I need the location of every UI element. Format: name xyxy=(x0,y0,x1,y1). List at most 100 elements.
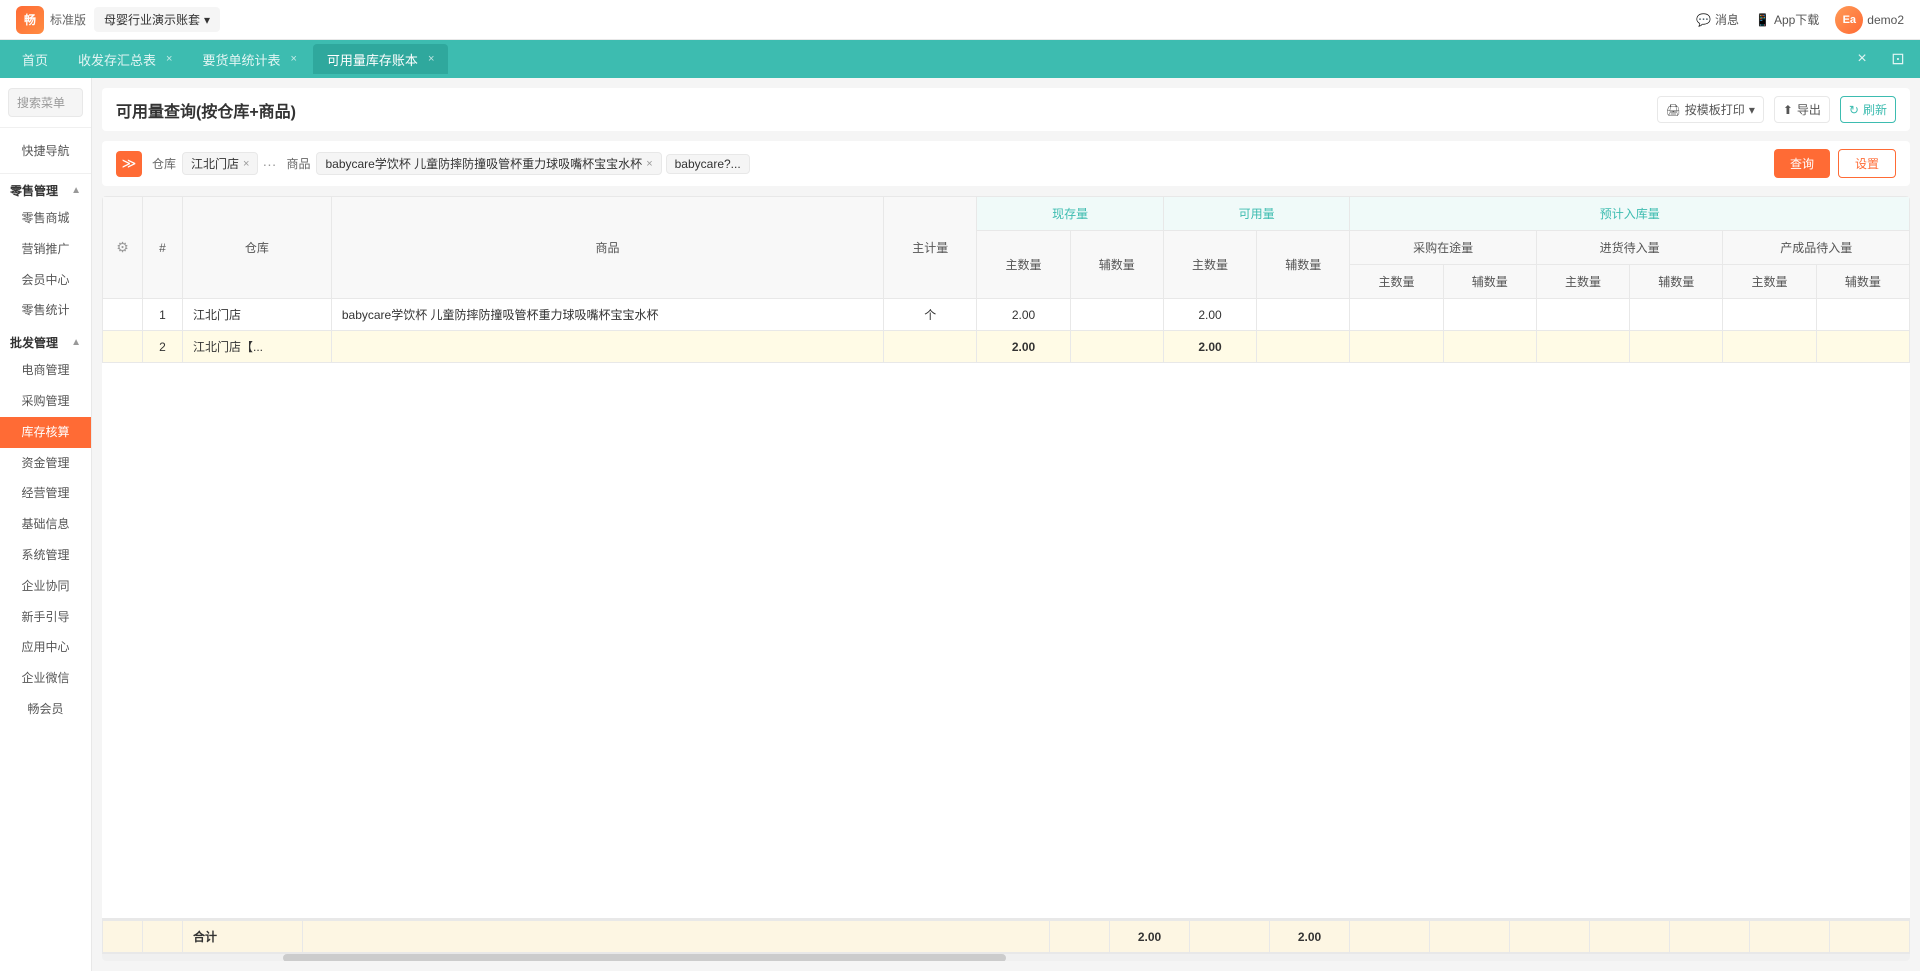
sidebar-item-operations[interactable]: 经营管理 xyxy=(0,478,91,509)
marketing-label: 营销推广 xyxy=(21,241,69,258)
footer-num-cell xyxy=(143,921,183,953)
sidebar-item-system[interactable]: 系统管理 xyxy=(0,540,91,571)
message-icon: 💬 xyxy=(1696,13,1711,27)
row1-inbound-pending-main xyxy=(1536,299,1629,331)
product-tag-2-value: babycare?... xyxy=(675,157,741,171)
table-row: 1 江北门店 babycare学饮杯 儿童防摔防撞吸管杯重力球吸嘴杯宝宝水杯 个… xyxy=(103,299,1910,331)
enterprise-label: 企业协同 xyxy=(21,578,69,595)
export-button[interactable]: ⬆ 导出 xyxy=(1774,96,1830,123)
retail-section-label: 零售管理 xyxy=(10,182,58,199)
footer-label: 合计 xyxy=(183,921,303,953)
footer-pt-main xyxy=(1430,921,1510,953)
scrollbar-thumb[interactable] xyxy=(283,954,1006,961)
row2-num: 2 xyxy=(143,331,183,363)
footer-settings-cell xyxy=(103,921,143,953)
export-icon: ⬆ xyxy=(1783,103,1793,117)
top-bar-right: 💬 消息 📱 App下载 Ea demo2 xyxy=(1696,6,1904,34)
warehouse-filter-label: 仓库 xyxy=(152,155,176,172)
table-settings-icon[interactable]: ⚙ xyxy=(116,239,129,255)
wholesale-arrow-icon: ▲ xyxy=(71,337,81,348)
col-header-inbound-pending: 进货待入量 xyxy=(1536,231,1723,265)
warehouse-tag[interactable]: 江北门店 × xyxy=(182,152,258,175)
horizontal-scrollbar[interactable] xyxy=(102,953,1910,961)
product-tag-1-close[interactable]: × xyxy=(646,158,652,170)
product-filter-tags: babycare学饮杯 儿童防摔防撞吸管杯重力球吸嘴杯宝宝水杯 × babyca… xyxy=(316,152,749,175)
top-bar-left: 畅 标准版 母婴行业演示账套 ▾ xyxy=(16,6,220,34)
table-scroll[interactable]: ⚙ # 仓库 商品 主计量 现存量 可用量 预计入库量 主数量 辅 xyxy=(102,196,1910,918)
tab-inventory[interactable]: 可用量库存账本 × xyxy=(313,44,448,74)
tab-receive-close[interactable]: × xyxy=(166,53,172,65)
sidebar-item-finance[interactable]: 资金管理 xyxy=(0,448,91,479)
footer-current-aux xyxy=(1190,921,1270,953)
tab-bar-actions: × ⊡ xyxy=(1848,45,1912,73)
retail-stats-label: 零售统计 xyxy=(21,302,69,319)
user-name: demo2 xyxy=(1867,13,1904,27)
sidebar-section-retail-header[interactable]: 零售管理 ▲ xyxy=(0,174,91,203)
close-all-button[interactable]: × xyxy=(1848,45,1876,73)
filter-expand-button[interactable]: ≫ xyxy=(116,151,142,177)
tab-receive[interactable]: 收发存汇总表 × xyxy=(64,44,186,74)
logo-area: 畅 标准版 xyxy=(16,6,86,34)
member2-label: 畅会员 xyxy=(27,701,63,718)
sidebar-section-wholesale-header[interactable]: 批发管理 ▲ xyxy=(0,326,91,355)
message-label: 消息 xyxy=(1715,11,1739,28)
operations-label: 经营管理 xyxy=(21,485,69,502)
warehouse-more[interactable]: ··· xyxy=(262,156,276,172)
message-button[interactable]: 💬 消息 xyxy=(1696,11,1739,28)
avatar: Ea xyxy=(1835,6,1863,34)
sidebar-item-retail-mall[interactable]: 零售商城 xyxy=(0,203,91,234)
sidebar-item-basic[interactable]: 基础信息 xyxy=(0,509,91,540)
col-header-products-pending-aux: 辅数量 xyxy=(1816,265,1909,299)
main-layout: 搜索菜单 快捷导航 零售管理 ▲ 零售商城 营销推广 会员中心 零售统计 xyxy=(0,78,1920,971)
tab-home[interactable]: 首页 xyxy=(8,44,62,74)
product-tag-2[interactable]: babycare?... xyxy=(666,154,750,174)
tab-inventory-close[interactable]: × xyxy=(428,53,434,65)
sidebar-search-area: 搜索菜单 xyxy=(0,78,91,128)
sidebar-item-enterprise[interactable]: 企业协同 xyxy=(0,571,91,602)
template-print-chevron-icon: ▾ xyxy=(1749,103,1755,117)
finance-label: 资金管理 xyxy=(21,455,69,472)
sidebar-item-wechat[interactable]: 企业微信 xyxy=(0,663,91,694)
query-button[interactable]: 查询 xyxy=(1774,149,1830,178)
col-header-avail-aux: 辅数量 xyxy=(1257,231,1350,299)
tab-orders-close[interactable]: × xyxy=(290,53,296,65)
sidebar-item-retail-stats[interactable]: 零售统计 xyxy=(0,295,91,326)
sidebar-item-inventory[interactable]: 库存核算 xyxy=(0,417,91,448)
search-menu-button[interactable]: 搜索菜单 xyxy=(8,88,83,117)
settings-button[interactable]: 设置 xyxy=(1838,149,1896,178)
sidebar-nav: 快捷导航 xyxy=(0,128,91,174)
user-profile[interactable]: Ea demo2 xyxy=(1835,6,1904,34)
col-header-forecast-inbound: 预计入库量 xyxy=(1350,197,1910,231)
refresh-button[interactable]: ↻ 刷新 xyxy=(1840,96,1896,123)
warehouse-tag-value: 江北门店 xyxy=(191,155,239,172)
tab-orders-label: 要货单统计表 xyxy=(202,50,280,69)
col-header-settings[interactable]: ⚙ xyxy=(103,197,143,299)
guide-label: 新手引导 xyxy=(21,609,69,626)
col-header-available: 可用量 xyxy=(1163,197,1350,231)
sidebar-item-member2[interactable]: 畅会员 xyxy=(0,694,91,725)
row2-avail-aux xyxy=(1257,331,1350,363)
sidebar-item-quick-nav[interactable]: 快捷导航 xyxy=(0,134,91,167)
sidebar-item-guide[interactable]: 新手引导 xyxy=(0,602,91,633)
sidebar-item-marketing[interactable]: 营销推广 xyxy=(0,234,91,265)
product-tag-1[interactable]: babycare学饮杯 儿童防摔防撞吸管杯重力球吸嘴杯宝宝水杯 × xyxy=(316,152,661,175)
col-header-products-pending-main: 主数量 xyxy=(1723,265,1816,299)
warehouse-tag-close[interactable]: × xyxy=(243,158,249,170)
industry-selector[interactable]: 母婴行业演示账套 ▾ xyxy=(94,7,220,32)
sidebar-item-member[interactable]: 会员中心 xyxy=(0,265,91,296)
sidebar-item-app-center[interactable]: 应用中心 xyxy=(0,632,91,663)
app-download-button[interactable]: 📱 App下载 xyxy=(1755,11,1819,28)
sidebar-item-purchase[interactable]: 采购管理 xyxy=(0,386,91,417)
minimize-button[interactable]: ⊡ xyxy=(1884,45,1912,73)
tab-orders[interactable]: 要货单统计表 × xyxy=(188,44,310,74)
col-header-warehouse: 仓库 xyxy=(183,197,332,299)
row2-products-pending-aux xyxy=(1816,331,1909,363)
table-row: 2 江北门店【... 2.00 2.00 xyxy=(103,331,1910,363)
page-actions: 🖨 按模板打印 ▾ ⬆ 导出 ↻ 刷新 xyxy=(1657,96,1896,123)
product-tag-1-value: babycare学饮杯 儿童防摔防撞吸管杯重力球吸嘴杯宝宝水杯 xyxy=(325,155,642,172)
row2-product xyxy=(331,331,883,363)
template-print-button[interactable]: 🖨 按模板打印 ▾ xyxy=(1657,96,1764,123)
sidebar-item-ecommerce[interactable]: 电商管理 xyxy=(0,355,91,386)
tab-receive-label: 收发存汇总表 xyxy=(78,50,156,69)
row2-unit xyxy=(884,331,977,363)
